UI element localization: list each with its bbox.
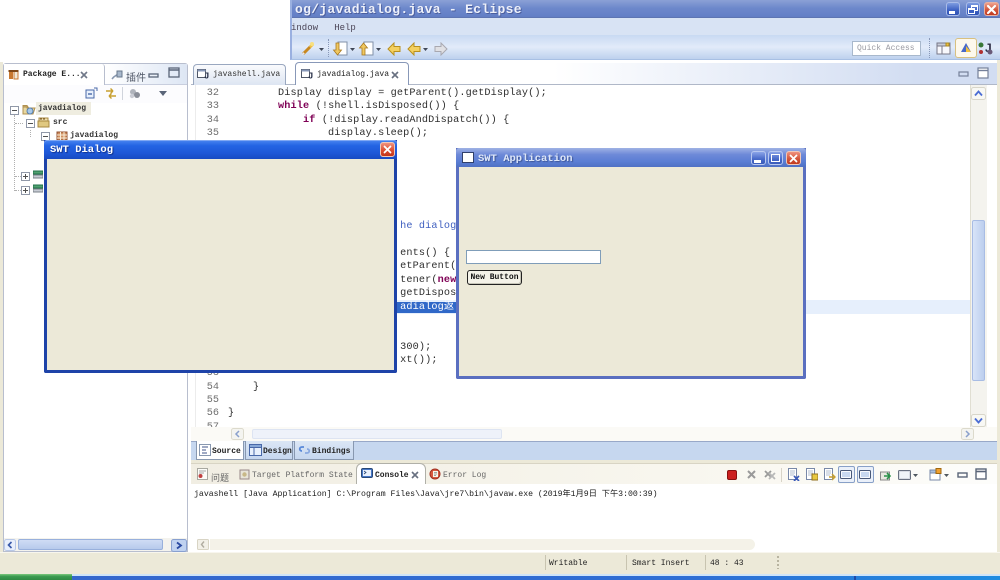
svg-text:J: J bbox=[308, 72, 313, 80]
svg-text:J: J bbox=[204, 72, 209, 80]
